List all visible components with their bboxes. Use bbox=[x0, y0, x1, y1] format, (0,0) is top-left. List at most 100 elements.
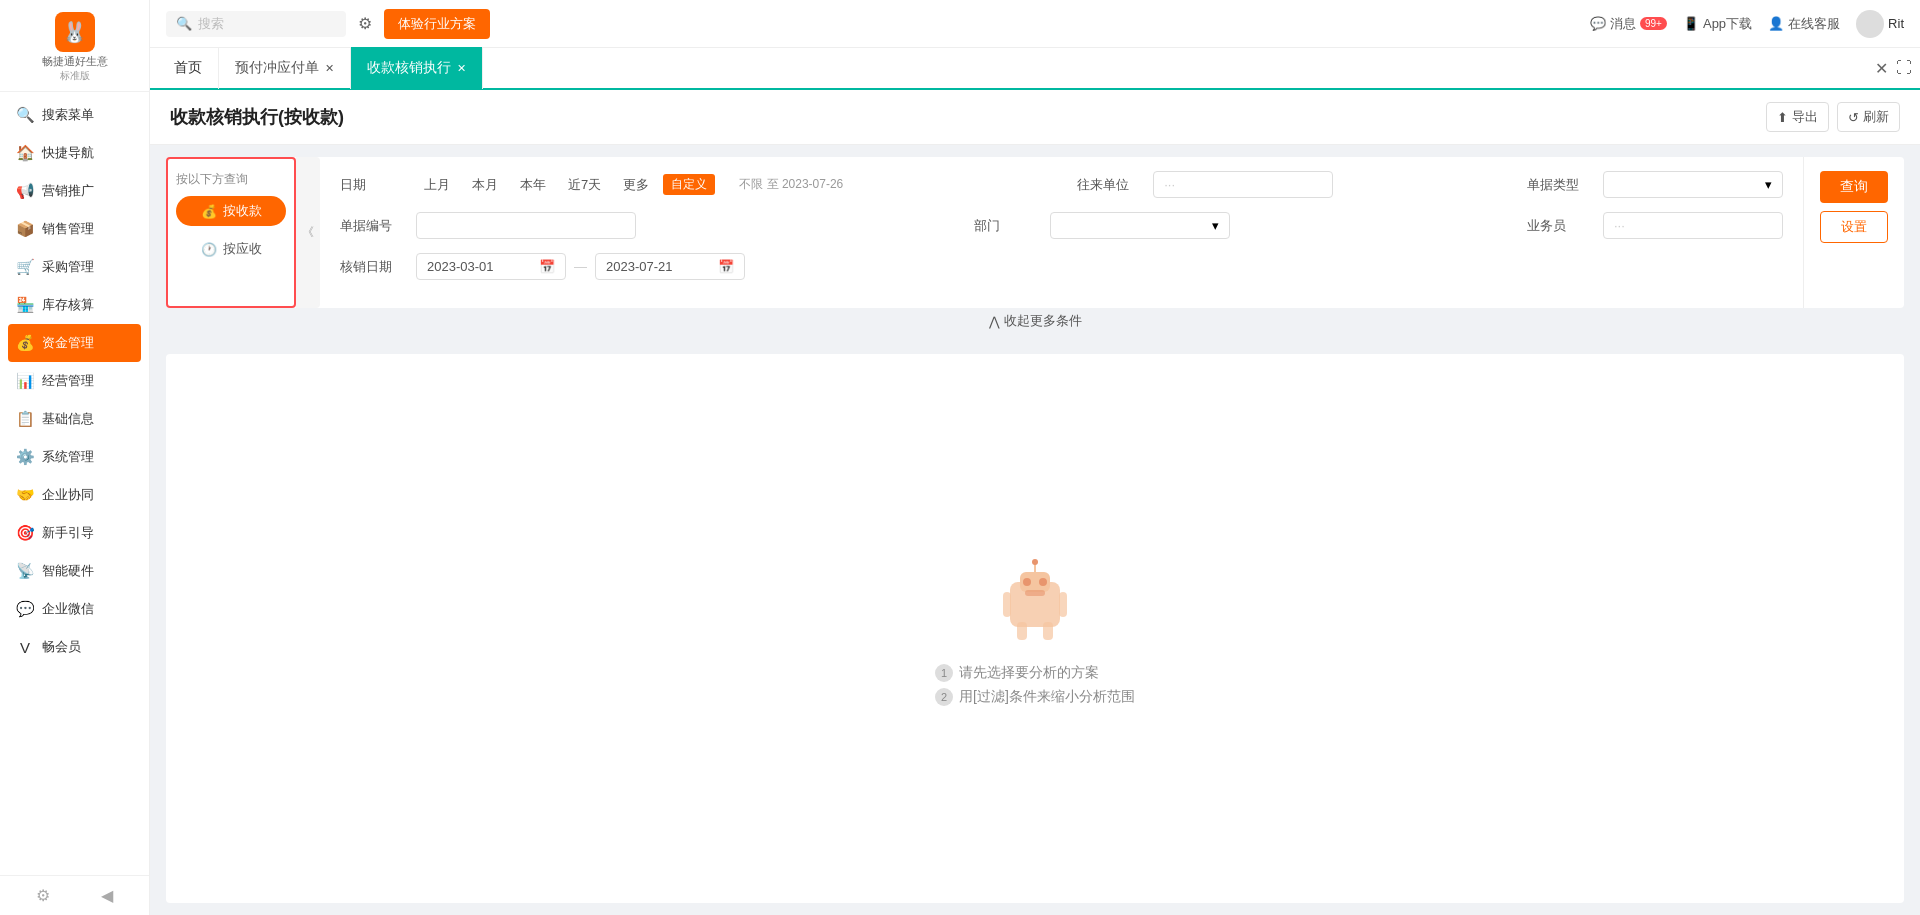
svg-rect-4 bbox=[1025, 590, 1045, 596]
tab-receipt-offset[interactable]: 收款核销执行 ✕ bbox=[351, 47, 483, 89]
topbar-right: 💬 消息 99+ 📱 App下载 👤 在线客服 Rit bbox=[1590, 10, 1904, 38]
topbar-gear-icon[interactable]: ⚙ bbox=[358, 14, 372, 33]
content-area: 收款核销执行(按收款) ⬆ 导出 ↺ 刷新 按以下方查询 bbox=[150, 90, 1920, 915]
topbar-search-box[interactable]: 🔍 搜索 bbox=[166, 11, 346, 37]
topbar-search-placeholder: 搜索 bbox=[198, 15, 224, 33]
tab-receipt-offset-close-icon[interactable]: ✕ bbox=[457, 62, 466, 75]
counterparty-label: 往来单位 bbox=[1077, 176, 1137, 194]
sidebar-item-finance[interactable]: 💰 资金管理 bbox=[8, 324, 141, 362]
filter-option-by-receipt[interactable]: 💰 按收款 bbox=[176, 196, 286, 226]
date-sub-label: 不限 至 2023-07-26 bbox=[739, 176, 843, 193]
online-service-button[interactable]: 👤 在线客服 bbox=[1768, 15, 1840, 33]
collapse-icon: ⋀ bbox=[989, 314, 1000, 329]
query-button[interactable]: 查询 bbox=[1820, 171, 1888, 203]
sidebar-item-marketing[interactable]: 📢 营销推广 bbox=[0, 172, 149, 210]
date-btn-last-month[interactable]: 上月 bbox=[416, 174, 458, 196]
message-icon: 💬 bbox=[1590, 16, 1606, 31]
sidebar-item-quick-nav[interactable]: 🏠 快捷导航 bbox=[0, 134, 149, 172]
settings-bottom-icon[interactable]: ⚙ bbox=[36, 886, 50, 905]
date-btn-custom[interactable]: 自定义 bbox=[663, 174, 715, 195]
department-label: 部门 bbox=[974, 217, 1034, 235]
main-area: 🔍 搜索 ⚙ 体验行业方案 💬 消息 99+ 📱 App下载 👤 在线客服 Ri… bbox=[150, 0, 1920, 915]
date-btn-more[interactable]: 更多 bbox=[615, 174, 657, 196]
marketing-icon: 📢 bbox=[16, 182, 34, 200]
sidebar-item-basic-info[interactable]: 📋 基础信息 bbox=[0, 400, 149, 438]
empty-step-2: 2 用[过滤]条件来缩小分析范围 bbox=[935, 688, 1135, 706]
receipt-icon: 💰 bbox=[201, 204, 217, 219]
filter-collapse-button[interactable]: 《 bbox=[296, 157, 320, 308]
collapse-more-conditions[interactable]: ⋀ 收起更多条件 bbox=[186, 312, 1884, 330]
svg-rect-8 bbox=[1043, 622, 1053, 640]
topbar: 🔍 搜索 ⚙ 体验行业方案 💬 消息 99+ 📱 App下载 👤 在线客服 Ri… bbox=[150, 0, 1920, 48]
svg-point-10 bbox=[1032, 559, 1038, 565]
date-btn-this-month[interactable]: 本月 bbox=[464, 174, 506, 196]
bill-type-select[interactable]: ▾ bbox=[1603, 171, 1783, 198]
finance-icon: 💰 bbox=[16, 334, 34, 352]
sidebar-item-label: 采购管理 bbox=[42, 258, 94, 276]
counterparty-select[interactable]: ··· bbox=[1153, 171, 1333, 198]
sidebar-item-label: 畅会员 bbox=[42, 638, 81, 656]
filter-left-panel: 按以下方查询 💰 按收款 🕐 按应收 bbox=[166, 157, 296, 308]
tab-prepay[interactable]: 预付冲应付单 ✕ bbox=[219, 47, 351, 89]
sidebar-item-hardware[interactable]: 📡 智能硬件 bbox=[0, 552, 149, 590]
chevron-down-icon: ▾ bbox=[1765, 177, 1772, 192]
sidebar-item-operations[interactable]: 📊 经营管理 bbox=[0, 362, 149, 400]
sidebar-item-system[interactable]: ⚙️ 系统管理 bbox=[0, 438, 149, 476]
settings-button[interactable]: 设置 bbox=[1820, 211, 1888, 243]
sidebar-nav: 🔍 搜索菜单 🏠 快捷导航 📢 营销推广 📦 销售管理 🛒 采购管理 🏪 库存核… bbox=[0, 92, 149, 875]
collapse-sidebar-icon[interactable]: ◀ bbox=[101, 886, 113, 905]
export-icon: ⬆ bbox=[1777, 110, 1788, 125]
sidebar-item-search[interactable]: 🔍 搜索菜单 bbox=[0, 96, 149, 134]
filter-right-panel: 日期 上月 本月 本年 近7天 更多 自定义 不限 至 2023-07-26 bbox=[320, 157, 1803, 308]
avatar bbox=[1856, 10, 1884, 38]
sidebar-item-guide[interactable]: 🎯 新手引导 bbox=[0, 514, 149, 552]
sidebar-item-enterprise[interactable]: 🤝 企业协同 bbox=[0, 476, 149, 514]
hardware-icon: 📡 bbox=[16, 562, 34, 580]
date-btn-this-year[interactable]: 本年 bbox=[512, 174, 554, 196]
export-button[interactable]: ⬆ 导出 bbox=[1766, 102, 1829, 132]
verify-date-range: 2023-03-01 📅 — 2023-07-21 📅 bbox=[416, 253, 745, 280]
date-label: 日期 bbox=[340, 176, 400, 194]
filter-row-2: 单据编号 部门 ▾ 业务员 ··· bbox=[340, 212, 1783, 239]
department-select[interactable]: ▾ bbox=[1050, 212, 1230, 239]
app-download-button[interactable]: 📱 App下载 bbox=[1683, 15, 1752, 33]
query-settings-col: 查询 设置 bbox=[1803, 157, 1904, 308]
empty-illustration bbox=[985, 552, 1085, 652]
date-quick-buttons: 上月 本月 本年 近7天 更多 自定义 bbox=[416, 174, 715, 196]
filter-by-receivable-label: 按应收 bbox=[223, 240, 262, 258]
date-btn-7days[interactable]: 近7天 bbox=[560, 174, 609, 196]
page-header-actions: ⬆ 导出 ↺ 刷新 bbox=[1766, 102, 1900, 132]
logo-icon: 🐰 bbox=[55, 12, 95, 52]
step-2-text: 用[过滤]条件来缩小分析范围 bbox=[959, 688, 1135, 706]
sidebar-item-label: 资金管理 bbox=[42, 334, 94, 352]
sidebar-item-member[interactable]: V 畅会员 bbox=[0, 628, 149, 666]
tab-home[interactable]: 首页 bbox=[158, 47, 219, 89]
verify-date-start-input[interactable]: 2023-03-01 📅 bbox=[416, 253, 566, 280]
user-avatar-area[interactable]: Rit bbox=[1856, 10, 1904, 38]
username-label: Rit bbox=[1888, 16, 1904, 31]
industry-solution-button[interactable]: 体验行业方案 bbox=[384, 9, 490, 39]
close-tab-icon[interactable]: ✕ bbox=[1875, 59, 1888, 78]
filter-section-title: 按以下方查询 bbox=[176, 171, 286, 188]
salesman-select[interactable]: ··· bbox=[1603, 212, 1783, 239]
tab-prepay-close-icon[interactable]: ✕ bbox=[325, 62, 334, 75]
filter-option-by-receivable[interactable]: 🕐 按应收 bbox=[176, 234, 286, 264]
sidebar-item-wechat[interactable]: 💬 企业微信 bbox=[0, 590, 149, 628]
tabbar-actions: ✕ ⛶ bbox=[1875, 59, 1912, 78]
message-button[interactable]: 💬 消息 99+ bbox=[1590, 15, 1667, 33]
operations-icon: 📊 bbox=[16, 372, 34, 390]
inventory-icon: 🏪 bbox=[16, 296, 34, 314]
sidebar-bottom: ⚙ ◀ bbox=[0, 875, 149, 915]
sidebar-item-label: 新手引导 bbox=[42, 524, 94, 542]
tab-receipt-offset-label: 收款核销执行 bbox=[367, 59, 451, 77]
verify-date-end-input[interactable]: 2023-07-21 📅 bbox=[595, 253, 745, 280]
service-icon: 👤 bbox=[1768, 16, 1784, 31]
sidebar-item-sales[interactable]: 📦 销售管理 bbox=[0, 210, 149, 248]
guide-icon: 🎯 bbox=[16, 524, 34, 542]
bill-no-input[interactable] bbox=[416, 212, 636, 239]
expand-tab-icon[interactable]: ⛶ bbox=[1896, 59, 1912, 77]
sidebar-item-label: 基础信息 bbox=[42, 410, 94, 428]
refresh-button[interactable]: ↺ 刷新 bbox=[1837, 102, 1900, 132]
sidebar-item-inventory[interactable]: 🏪 库存核算 bbox=[0, 286, 149, 324]
sidebar-item-purchase[interactable]: 🛒 采购管理 bbox=[0, 248, 149, 286]
